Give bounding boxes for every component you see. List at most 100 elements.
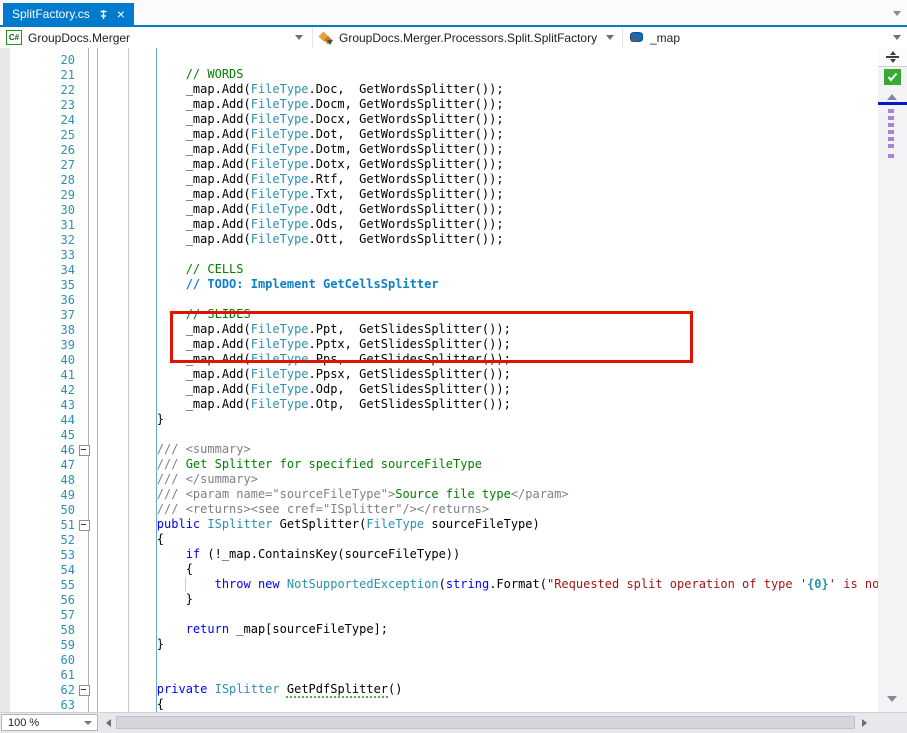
line-number[interactable]: 23 <box>0 98 77 112</box>
line-number[interactable]: 24 <box>0 113 77 127</box>
code-line[interactable]: _map.Add(FileType.Odp, GetSlidesSplitter… <box>99 382 511 397</box>
code-line[interactable]: // CELLS <box>99 262 244 277</box>
line-number[interactable]: 27 <box>0 158 77 172</box>
scroll-down-arrow-icon[interactable] <box>887 696 897 702</box>
line-number[interactable]: 43 <box>0 398 77 412</box>
code-line[interactable]: _map.Add(FileType.Otp, GetSlidesSplitter… <box>99 397 511 412</box>
code-line[interactable]: return _map[sourceFileType]; <box>99 622 388 637</box>
close-icon[interactable]: × <box>117 7 125 21</box>
scroll-right-arrow-icon[interactable] <box>862 719 867 727</box>
line-number[interactable]: 39 <box>0 338 77 352</box>
code-line[interactable]: /// </summary> <box>99 472 258 487</box>
code-line[interactable]: /// Get Splitter for specified sourceFil… <box>99 457 482 472</box>
line-number[interactable]: 30 <box>0 203 77 217</box>
line-number[interactable]: 37 <box>0 308 77 322</box>
line-number[interactable]: 51 <box>0 518 77 532</box>
code-line[interactable]: } <box>99 592 193 607</box>
line-number[interactable]: 41 <box>0 368 77 382</box>
line-number[interactable]: 50 <box>0 503 77 517</box>
line-number[interactable]: 20 <box>0 53 77 67</box>
vertical-scrollbar[interactable] <box>878 48 907 712</box>
line-number[interactable]: 34 <box>0 263 77 277</box>
line-number[interactable]: 55 <box>0 578 77 592</box>
code-line[interactable]: _map.Add(FileType.Ods, GetWordsSplitter(… <box>99 217 504 232</box>
code-line[interactable]: /// <summary> <box>99 442 251 457</box>
zoom-level-dropdown[interactable]: 100 % <box>1 714 98 731</box>
fold-toggle[interactable] <box>79 685 90 696</box>
editor-split-handle[interactable] <box>878 48 907 67</box>
line-number[interactable]: 31 <box>0 218 77 232</box>
line-number[interactable]: 38 <box>0 323 77 337</box>
line-number[interactable]: 26 <box>0 143 77 157</box>
line-number[interactable]: 48 <box>0 473 77 487</box>
line-number[interactable]: 59 <box>0 638 77 652</box>
code-line[interactable]: _map.Add(FileType.Docx, GetWordsSplitter… <box>99 112 504 127</box>
code-editor[interactable]: 20 21 // WORDS 22 _map.Add(FileType.Doc, G… <box>0 48 878 712</box>
line-number[interactable]: 32 <box>0 233 77 247</box>
code-line[interactable]: throw new NotSupportedException(string.F… <box>99 577 878 592</box>
line-number[interactable]: 62 <box>0 683 77 697</box>
scroll-up-arrow-icon[interactable] <box>887 94 897 100</box>
line-number[interactable]: 63 <box>0 698 77 712</box>
fold-toggle[interactable] <box>79 520 90 531</box>
line-number[interactable]: 42 <box>0 383 77 397</box>
project-dropdown[interactable]: C# GroupDocs.Merger <box>0 27 317 48</box>
code-line[interactable]: _map.Add(FileType.Odt, GetWordsSplitter(… <box>99 202 504 217</box>
line-number[interactable]: 36 <box>0 293 77 307</box>
pin-icon[interactable] <box>98 9 109 20</box>
line-number[interactable]: 56 <box>0 593 77 607</box>
chevron-down-icon[interactable] <box>893 35 901 40</box>
code-line[interactable]: { <box>99 697 164 712</box>
tab-splitfactory[interactable]: SplitFactory.cs × <box>3 3 134 25</box>
tab-overflow-arrow-icon[interactable] <box>893 11 901 16</box>
type-dropdown[interactable]: GroupDocs.Merger.Processors.Split.SplitF… <box>312 27 628 48</box>
code-line[interactable]: private ISplitter GetPdfSplitter() <box>99 682 403 697</box>
code-line[interactable]: } <box>99 637 164 652</box>
line-number[interactable]: 21 <box>0 68 77 82</box>
line-number[interactable]: 49 <box>0 488 77 502</box>
code-line[interactable]: _map.Add(FileType.Dotm, GetWordsSplitter… <box>99 142 504 157</box>
line-number[interactable]: 22 <box>0 83 77 97</box>
horizontal-scrollbar-thumb[interactable] <box>116 716 855 729</box>
line-number[interactable]: 45 <box>0 428 77 442</box>
member-dropdown[interactable]: _map <box>622 27 907 48</box>
scroll-left-arrow-icon[interactable] <box>106 719 111 727</box>
line-number[interactable]: 33 <box>0 248 77 262</box>
code-line[interactable]: _map.Add(FileType.Txt, GetWordsSplitter(… <box>99 187 504 202</box>
code-line[interactable]: _map.Add(FileType.Ott, GetWordsSplitter(… <box>99 232 504 247</box>
code-line[interactable]: /// <returns><see cref="ISplitter"/></re… <box>99 502 489 517</box>
code-line[interactable]: // WORDS <box>99 67 244 82</box>
line-number[interactable]: 54 <box>0 563 77 577</box>
line-number[interactable]: 47 <box>0 458 77 472</box>
code-line[interactable]: public ISplitter GetSplitter(FileType so… <box>99 517 540 532</box>
line-number[interactable]: 60 <box>0 653 77 667</box>
code-line[interactable]: { <box>99 532 164 547</box>
file-analysis-ok-indicator[interactable] <box>884 69 901 85</box>
line-number[interactable]: 61 <box>0 668 77 682</box>
chevron-down-icon[interactable] <box>84 721 92 725</box>
line-number[interactable]: 29 <box>0 188 77 202</box>
line-number[interactable]: 46 <box>0 443 77 457</box>
code-line[interactable]: // TODO: Implement GetCellsSplitter <box>99 277 439 292</box>
line-number[interactable]: 57 <box>0 608 77 622</box>
code-line[interactable]: _map.Add(FileType.Ppsx, GetSlidesSplitte… <box>99 367 511 382</box>
code-line[interactable]: _map.Add(FileType.Docm, GetWordsSplitter… <box>99 97 504 112</box>
fold-toggle[interactable] <box>79 445 90 456</box>
code-line[interactable]: } <box>99 412 164 427</box>
code-line[interactable]: /// <param name="sourceFileType">Source … <box>99 487 569 502</box>
line-number[interactable]: 25 <box>0 128 77 142</box>
code-line[interactable]: _map.Add(FileType.Doc, GetWordsSplitter(… <box>99 82 504 97</box>
code-line[interactable]: _map.Add(FileType.Rtf, GetWordsSplitter(… <box>99 172 504 187</box>
code-line[interactable]: _map.Add(FileType.Dotx, GetWordsSplitter… <box>99 157 504 172</box>
line-number[interactable]: 35 <box>0 278 77 292</box>
line-number[interactable]: 44 <box>0 413 77 427</box>
line-number[interactable]: 52 <box>0 533 77 547</box>
line-number[interactable]: 28 <box>0 173 77 187</box>
chevron-down-icon[interactable] <box>295 35 303 40</box>
line-number[interactable]: 53 <box>0 548 77 562</box>
line-number[interactable]: 58 <box>0 623 77 637</box>
code-line[interactable]: _map.Add(FileType.Dot, GetWordsSplitter(… <box>99 127 504 142</box>
code-line[interactable]: { <box>99 562 193 577</box>
line-number[interactable]: 40 <box>0 353 77 367</box>
chevron-down-icon[interactable] <box>606 35 614 40</box>
